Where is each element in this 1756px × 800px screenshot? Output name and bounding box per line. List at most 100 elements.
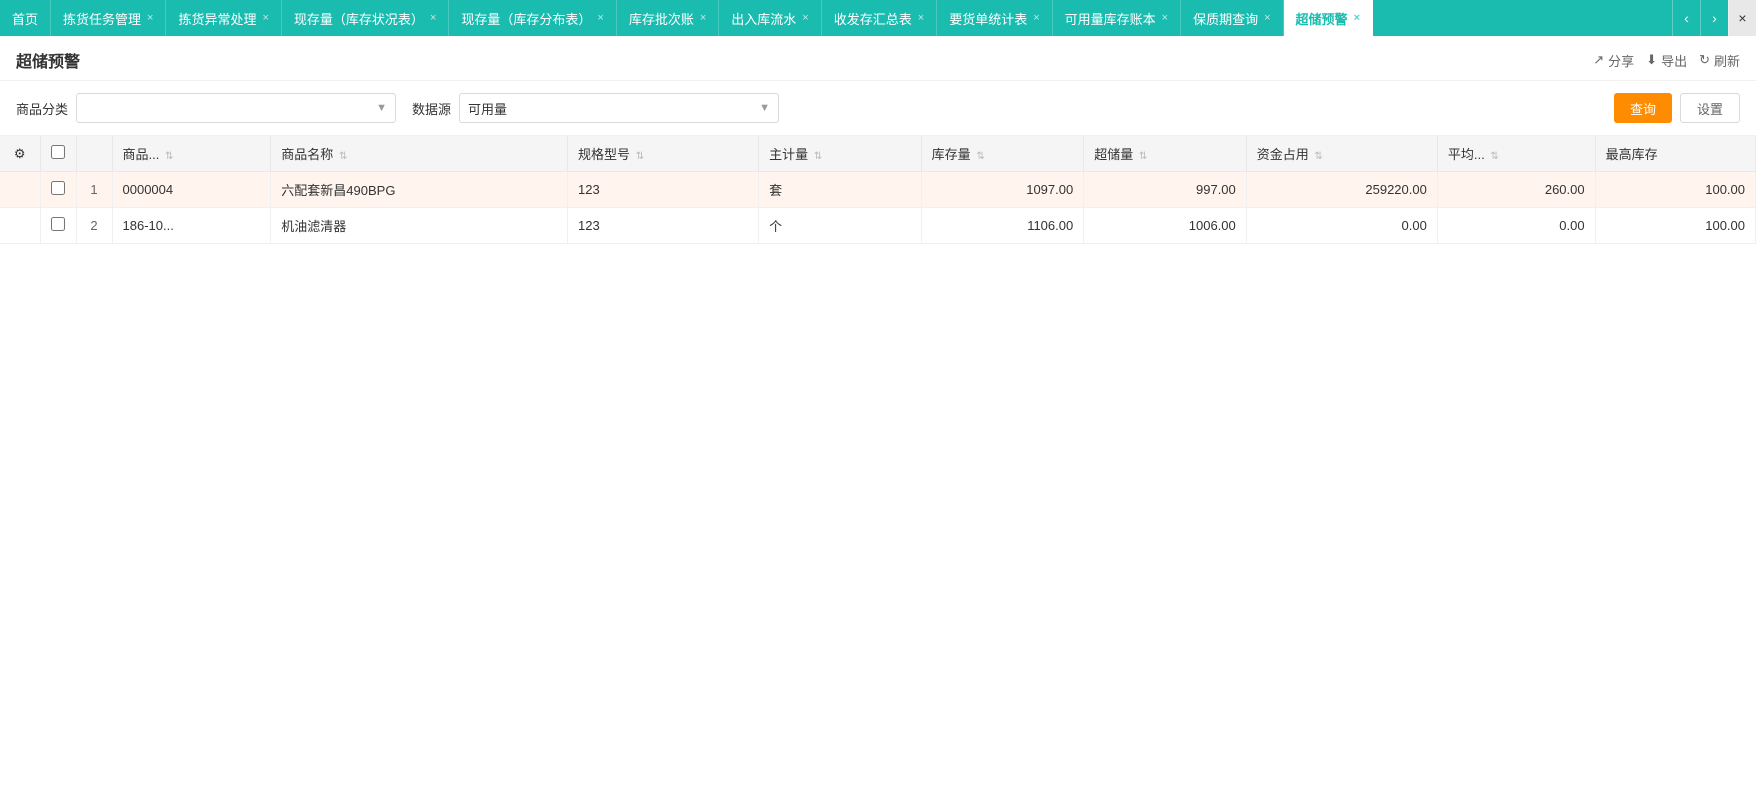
nav-pick-task[interactable]: 拣货任务管理 × — [51, 0, 166, 36]
th-gear[interactable]: ⚙ — [0, 136, 40, 172]
export-icon: ⬇ — [1646, 52, 1657, 68]
refresh-button[interactable]: ↻ 刷新 — [1699, 51, 1740, 70]
row-overstock-1: 1006.00 — [1084, 208, 1247, 244]
nav-expiry[interactable]: 保质期查询 × — [1181, 0, 1283, 36]
row-avg-0: 260.00 — [1437, 172, 1595, 208]
header-actions: ↗ 分享 ⬇ 导出 ↻ 刷新 — [1593, 51, 1740, 70]
nav-pick-exception[interactable]: 拣货异常处理 × — [166, 0, 281, 36]
th-overstock[interactable]: 超储量 ⇅ — [1084, 136, 1247, 172]
row-capital-0: 259220.00 — [1246, 172, 1437, 208]
category-filter: 商品分类 ▼ — [16, 93, 396, 123]
row-gear-1[interactable] — [0, 208, 40, 244]
sort-overstock-icon: ⇅ — [1139, 151, 1147, 162]
row-product-name-0: 六配套新昌490BPG — [271, 172, 568, 208]
row-stock-0: 1097.00 — [921, 172, 1084, 208]
th-product-code[interactable]: 商品... ⇅ — [112, 136, 271, 172]
top-navigation: 首页 拣货任务管理 × 拣货异常处理 × 现存量（库存状况表） × 现存量（库存… — [0, 0, 1756, 36]
th-max-stock[interactable]: 最高库存 — [1595, 136, 1755, 172]
gear-icon: ⚙ — [14, 146, 26, 161]
filter-buttons: 查询 设置 — [1614, 93, 1740, 123]
query-button[interactable]: 查询 — [1614, 93, 1672, 123]
row-checkbox-0[interactable] — [40, 172, 76, 208]
row-unit-1: 个 — [759, 208, 922, 244]
close-stock-status-icon[interactable]: × — [430, 12, 436, 24]
nav-overstock[interactable]: 超储预警 × — [1284, 0, 1373, 36]
row-checkbox-1[interactable] — [40, 208, 76, 244]
row-capital-1: 0.00 — [1246, 208, 1437, 244]
th-unit[interactable]: 主计量 ⇅ — [759, 136, 922, 172]
close-stock-dist-icon[interactable]: × — [597, 12, 603, 24]
nav-home[interactable]: 首页 — [0, 0, 51, 36]
row-max-stock-1: 100.00 — [1595, 208, 1755, 244]
settings-button[interactable]: 设置 — [1680, 93, 1740, 123]
datasource-select[interactable]: 可用量 ▼ — [459, 93, 779, 123]
th-avg[interactable]: 平均... ⇅ — [1437, 136, 1595, 172]
th-spec[interactable]: 规格型号 ⇅ — [568, 136, 759, 172]
close-available-icon[interactable]: × — [1162, 12, 1168, 24]
close-pick-exception-icon[interactable]: × — [262, 12, 268, 24]
row-unit-0: 套 — [759, 172, 922, 208]
row-product-code-0: 0000004 — [112, 172, 271, 208]
row-overstock-0: 997.00 — [1084, 172, 1247, 208]
close-overstock-icon[interactable]: × — [1354, 12, 1360, 24]
export-button[interactable]: ⬇ 导出 — [1646, 51, 1687, 70]
row-avg-1: 0.00 — [1437, 208, 1595, 244]
th-index — [76, 136, 112, 172]
sort-product-name-icon: ⇅ — [339, 151, 347, 162]
nav-flow[interactable]: 出入库流水 × — [719, 0, 821, 36]
select-all-checkbox[interactable] — [51, 145, 65, 159]
sort-avg-icon: ⇅ — [1490, 151, 1498, 162]
row-num-1: 2 — [76, 208, 112, 244]
close-expiry-icon[interactable]: × — [1264, 12, 1270, 24]
row-spec-1: 123 — [568, 208, 759, 244]
datasource-label: 数据源 — [412, 99, 451, 118]
table-row: 2 186-10... 机油滤清器 123 个 1106.00 1006.00 … — [0, 208, 1756, 244]
row-product-code-1: 186-10... — [112, 208, 271, 244]
sort-stock-icon: ⇅ — [976, 151, 984, 162]
row-max-stock-0: 100.00 — [1595, 172, 1755, 208]
th-product-name[interactable]: 商品名称 ⇅ — [271, 136, 568, 172]
row-spec-0: 123 — [568, 172, 759, 208]
nav-summary[interactable]: 收发存汇总表 × — [822, 0, 937, 36]
close-summary-icon[interactable]: × — [918, 12, 924, 24]
close-order-stat-icon[interactable]: × — [1033, 12, 1039, 24]
data-table: ⚙ 商品... ⇅ 商品名称 ⇅ 规格型号 — [0, 136, 1756, 244]
page-container: 超储预警 ↗ 分享 ⬇ 导出 ↻ 刷新 商品分类 ▼ 数据源 — [0, 36, 1756, 800]
nav-right-arrow[interactable]: › — [1700, 0, 1728, 36]
nav-available[interactable]: 可用量库存账本 × — [1053, 0, 1181, 36]
category-select[interactable]: ▼ — [76, 93, 396, 123]
nav-arrows: ‹ › × — [1672, 0, 1756, 36]
row-num-0: 1 — [76, 172, 112, 208]
category-arrow-icon: ▼ — [376, 102, 387, 114]
nav-stock-dist[interactable]: 现存量（库存分布表） × — [449, 0, 616, 36]
row-check-1[interactable] — [51, 217, 65, 231]
sort-unit-icon: ⇅ — [814, 151, 822, 162]
sort-capital-icon: ⇅ — [1314, 151, 1322, 162]
share-icon: ↗ — [1593, 52, 1604, 68]
row-check-0[interactable] — [51, 181, 65, 195]
nav-close-btn[interactable]: × — [1728, 0, 1756, 36]
nav-batch-account[interactable]: 库存批次账 × — [617, 0, 719, 36]
sort-product-code-icon: ⇅ — [165, 151, 173, 162]
table-body: 1 0000004 六配套新昌490BPG 123 套 1097.00 997.… — [0, 172, 1756, 244]
th-stock[interactable]: 库存量 ⇅ — [921, 136, 1084, 172]
th-capital[interactable]: 资金占用 ⇅ — [1246, 136, 1437, 172]
share-button[interactable]: ↗ 分享 — [1593, 51, 1634, 70]
close-pick-task-icon[interactable]: × — [147, 12, 153, 24]
filter-bar: 商品分类 ▼ 数据源 可用量 ▼ 查询 设置 — [0, 81, 1756, 136]
close-batch-account-icon[interactable]: × — [700, 12, 706, 24]
row-gear-0[interactable] — [0, 172, 40, 208]
category-label: 商品分类 — [16, 99, 68, 118]
nav-left-arrow[interactable]: ‹ — [1672, 0, 1700, 36]
table-container: ⚙ 商品... ⇅ 商品名称 ⇅ 规格型号 — [0, 136, 1756, 244]
nav-order-stat[interactable]: 要货单统计表 × — [937, 0, 1052, 36]
table-header-row: ⚙ 商品... ⇅ 商品名称 ⇅ 规格型号 — [0, 136, 1756, 172]
page-header: 超储预警 ↗ 分享 ⬇ 导出 ↻ 刷新 — [0, 36, 1756, 81]
datasource-filter: 数据源 可用量 ▼ — [412, 93, 779, 123]
page-title: 超储预警 — [16, 48, 80, 72]
datasource-value: 可用量 — [468, 99, 507, 118]
th-checkbox — [40, 136, 76, 172]
close-flow-icon[interactable]: × — [802, 12, 808, 24]
sort-spec-icon: ⇅ — [636, 151, 644, 162]
nav-stock-status[interactable]: 现存量（库存状况表） × — [282, 0, 449, 36]
